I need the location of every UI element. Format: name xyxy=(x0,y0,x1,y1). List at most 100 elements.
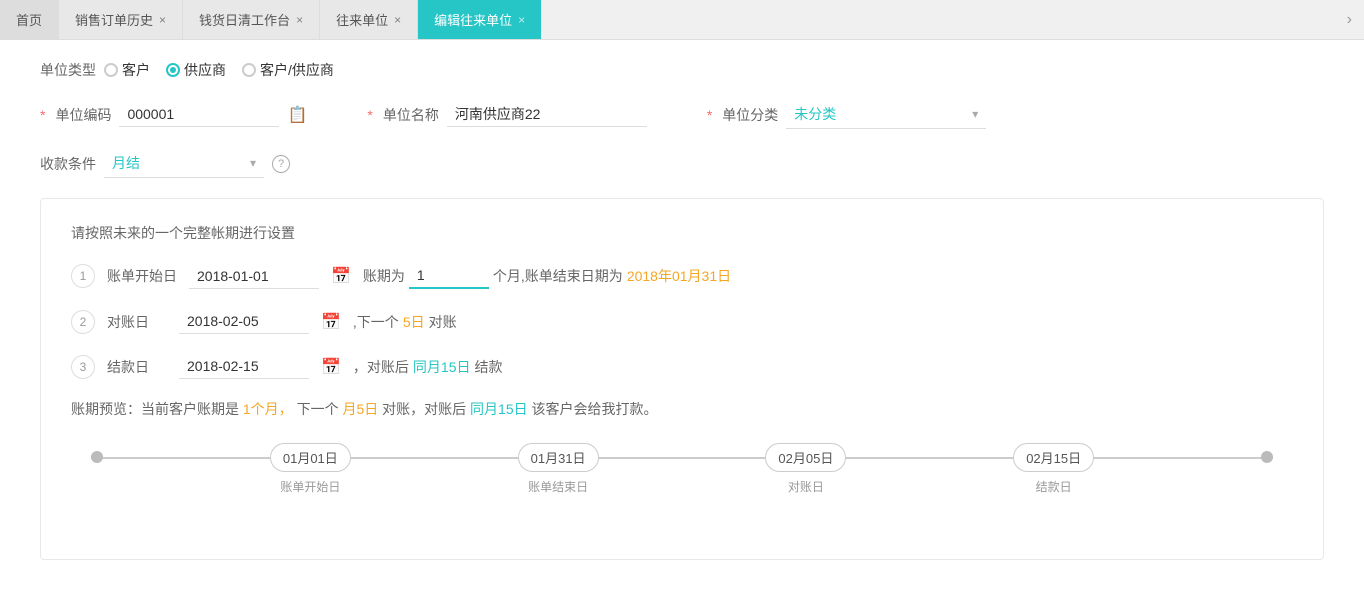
radio-customer[interactable]: 客户 xyxy=(104,60,150,80)
timeline-node-3: 02月05日 对账日 xyxy=(765,443,846,495)
timeline-node-1-label: 01月01日 xyxy=(270,443,351,472)
period-label-period: 账期为 xyxy=(363,266,405,286)
close-tab-partner-unit[interactable]: × xyxy=(394,13,401,27)
payment-terms-value: 月结 xyxy=(112,153,244,173)
preview-mid2: 对账，对账后 xyxy=(382,401,466,417)
timeline-end xyxy=(1261,443,1273,463)
period-num-3: 3 xyxy=(71,355,95,379)
period-row-3-desc: ，对账后 同月15日 结款 xyxy=(353,357,503,377)
unit-name-label: 单位名称 xyxy=(383,105,439,125)
tab-home[interactable]: 首页 xyxy=(0,0,59,39)
period-row-3: 3 结款日 📅 ，对账后 同月15日 结款 xyxy=(71,354,1293,379)
unit-type-row: 单位类型 客户 供应商 客户/供应商 xyxy=(40,60,1324,80)
unit-category-value: 未分类 xyxy=(794,104,966,124)
timeline-items: 01月01日 账单开始日 01月31日 账单结束日 02月05日 对账日 02月… xyxy=(91,443,1273,495)
unit-category-group: * 单位分类 未分类 ▾ xyxy=(707,100,986,129)
radio-customer-circle xyxy=(104,63,118,77)
period-end-date-highlight: 2018年01月31日 xyxy=(627,266,731,286)
preview-suffix: 该客户会给我打款。 xyxy=(532,401,658,417)
tab-bar: 首页 销售订单历史 × 钱货日清工作台 × 往来单位 × 编辑往来单位 × › xyxy=(0,0,1364,40)
tab-cash-workbench[interactable]: 钱货日清工作台 × xyxy=(183,0,320,39)
period-num-2: 2 xyxy=(71,310,95,334)
period-settings-box: 请按照未来的一个完整帐期进行设置 1 账单开始日 📅 账期为 个月,账单结束日期… xyxy=(40,198,1324,560)
period-month-input[interactable] xyxy=(409,263,489,289)
timeline-node-3-sub: 对账日 xyxy=(788,478,824,495)
period-row2-prefix: ,下一个 xyxy=(353,312,399,332)
timeline-start-dot xyxy=(91,451,103,463)
unit-code-label: 单位编码 xyxy=(55,105,111,125)
help-icon[interactable]: ? xyxy=(272,155,290,173)
content-area: 单位类型 客户 供应商 客户/供应商 * 单位编码 xyxy=(0,40,1364,608)
period-num-1: 1 xyxy=(71,264,95,288)
period-payment-calendar-icon[interactable]: 📅 xyxy=(321,357,341,377)
timeline-node-2-sub: 账单结束日 xyxy=(528,478,588,495)
timeline-start xyxy=(91,443,103,463)
timeline-node-2-label: 01月31日 xyxy=(518,443,599,472)
unit-category-arrow: ▾ xyxy=(972,107,978,121)
unit-code-icon[interactable]: 📋 xyxy=(287,105,307,125)
close-tab-edit-partner[interactable]: × xyxy=(518,13,525,27)
period-payment-date-input[interactable] xyxy=(179,354,309,379)
period-start-date-input[interactable] xyxy=(189,264,319,289)
period-row-1: 1 账单开始日 📅 账期为 个月,账单结束日期为 2018年01月31日 xyxy=(71,263,1293,289)
timeline-node-1: 01月01日 账单开始日 xyxy=(270,443,351,495)
radio-supplier[interactable]: 供应商 xyxy=(166,60,226,80)
close-tab-sales-history[interactable]: × xyxy=(159,13,166,27)
unit-category-label: 单位分类 xyxy=(722,105,778,125)
tab-partner-unit[interactable]: 往来单位 × xyxy=(320,0,418,39)
preview-payment-day: 同月15日 xyxy=(470,401,528,417)
unit-category-star: * xyxy=(707,107,712,123)
radio-customer-label: 客户 xyxy=(122,60,150,80)
timeline-node-3-label: 02月05日 xyxy=(765,443,846,472)
unit-name-group: * 单位名称 xyxy=(367,102,646,127)
radio-supplier-circle xyxy=(166,63,180,77)
period-label-2: 对账日 xyxy=(107,312,167,332)
period-label-1: 账单开始日 xyxy=(107,266,177,286)
preview-period: 1个月， xyxy=(243,401,293,417)
period-row2-suffix: 对账 xyxy=(429,312,457,332)
period-start-calendar-icon[interactable]: 📅 xyxy=(331,266,351,286)
payment-terms-row: 收款条件 月结 ▾ ? xyxy=(40,149,1324,178)
unit-code-star: * xyxy=(40,107,45,123)
timeline-container: 01月01日 账单开始日 01月31日 账单结束日 02月05日 对账日 02月… xyxy=(71,443,1293,535)
period-month-suffix: 个月,账单结束日期为 xyxy=(493,266,623,286)
period-row-1-desc: 账期为 个月,账单结束日期为 2018年01月31日 xyxy=(363,263,731,289)
period-label-3: 结款日 xyxy=(107,357,167,377)
unit-category-dropdown[interactable]: 未分类 ▾ xyxy=(786,100,986,129)
unit-code-input[interactable] xyxy=(119,102,279,127)
tab-sales-history[interactable]: 销售订单历史 × xyxy=(59,0,183,39)
period-row2-highlight: 5日 xyxy=(403,312,425,332)
timeline-end-dot xyxy=(1261,451,1273,463)
tab-more-button[interactable]: › xyxy=(1335,11,1364,29)
preview-mid: 下一个 xyxy=(297,401,339,417)
timeline-node-2: 01月31日 账单结束日 xyxy=(518,443,599,495)
unit-code-group: * 单位编码 📋 xyxy=(40,102,307,127)
payment-terms-dropdown[interactable]: 月结 ▾ xyxy=(104,149,264,178)
timeline-node-4: 02月15日 结款日 xyxy=(1013,443,1094,495)
tab-edit-partner[interactable]: 编辑往来单位 × xyxy=(418,0,541,39)
radio-both-label: 客户/供应商 xyxy=(260,60,334,80)
close-tab-cash-workbench[interactable]: × xyxy=(296,13,303,27)
timeline-node-1-sub: 账单开始日 xyxy=(280,478,340,495)
payment-terms-group: 收款条件 月结 ▾ ? xyxy=(40,149,290,178)
period-row3-prefix: ，对账后 xyxy=(353,357,409,377)
unit-type-group: 单位类型 客户 供应商 客户/供应商 xyxy=(40,60,334,80)
timeline-node-4-sub: 结款日 xyxy=(1036,478,1072,495)
radio-both-circle xyxy=(242,63,256,77)
preview-prefix: 账期预览：当前客户账期是 xyxy=(71,401,239,417)
unit-type-label: 单位类型 xyxy=(40,60,96,80)
period-reconcile-calendar-icon[interactable]: 📅 xyxy=(321,312,341,332)
period-row-2: 2 对账日 📅 ,下一个 5日 对账 xyxy=(71,309,1293,334)
unit-info-row: * 单位编码 📋 * 单位名称 * 单位分类 未分类 ▾ xyxy=(40,100,1324,129)
radio-both[interactable]: 客户/供应商 xyxy=(242,60,334,80)
unit-name-input[interactable] xyxy=(447,102,647,127)
period-title: 请按照未来的一个完整帐期进行设置 xyxy=(71,223,1293,243)
payment-terms-label: 收款条件 xyxy=(40,154,96,174)
unit-type-radio-group: 客户 供应商 客户/供应商 xyxy=(104,60,334,80)
preview-text: 账期预览：当前客户账期是 1个月， 下一个 月5日 对账，对账后 同月15日 该… xyxy=(71,399,1293,419)
unit-name-star: * xyxy=(367,107,372,123)
timeline-node-4-label: 02月15日 xyxy=(1013,443,1094,472)
period-reconcile-date-input[interactable] xyxy=(179,309,309,334)
radio-supplier-label: 供应商 xyxy=(184,60,226,80)
period-row3-suffix: 结款 xyxy=(475,357,503,377)
